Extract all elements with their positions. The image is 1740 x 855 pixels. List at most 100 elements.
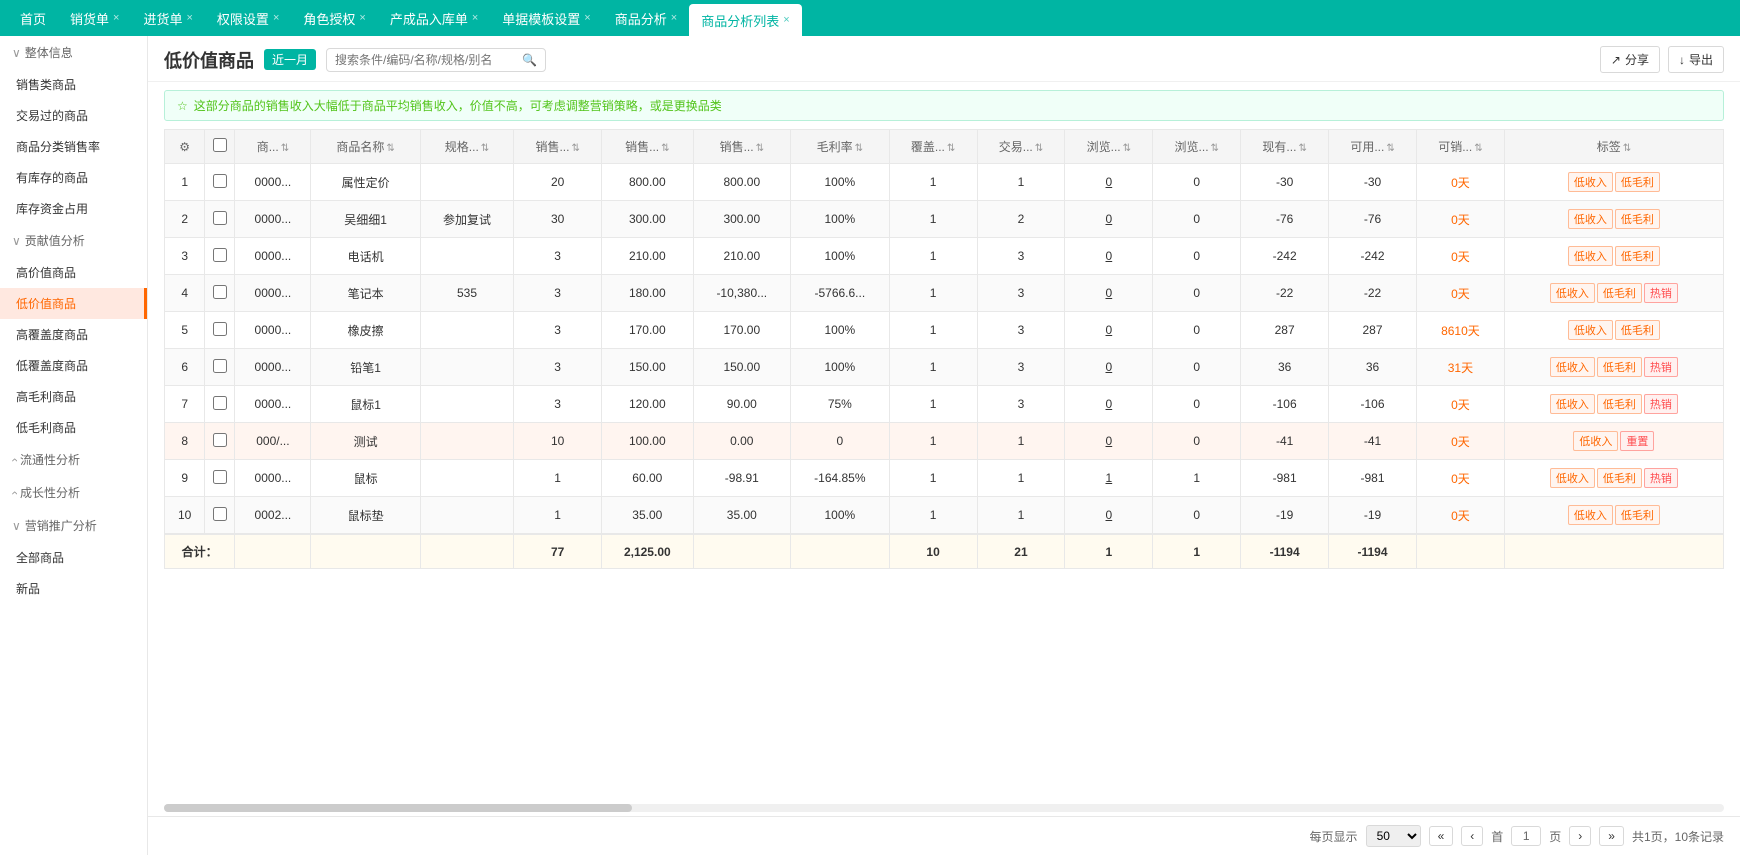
nav-item-7[interactable]: 商品分析列表 ×: [689, 4, 801, 36]
nav-close-2[interactable]: ×: [273, 12, 279, 24]
prev-page-button[interactable]: ‹: [1461, 826, 1483, 846]
row-spec: [420, 460, 513, 497]
sidebar-section-marketing-title[interactable]: ∨ 营销推广分析: [0, 509, 147, 542]
first-page-button[interactable]: «: [1429, 826, 1454, 846]
gear-icon[interactable]: ⚙: [179, 140, 190, 154]
row-checkbox[interactable]: [213, 507, 227, 521]
sidebar-item-sales-products[interactable]: 销售类商品: [0, 69, 147, 100]
nav-item-6[interactable]: 商品分析 ×: [603, 0, 689, 36]
sidebar-item-new-products[interactable]: 新品: [0, 573, 147, 604]
tag-低收入: 低收入: [1568, 246, 1613, 266]
sort-icon-sales-amt[interactable]: ⇅: [661, 143, 669, 154]
col-gear[interactable]: ⚙: [165, 130, 205, 164]
sort-icon-browse1[interactable]: ⇅: [1123, 143, 1131, 154]
row-spec: [420, 497, 513, 535]
row-sales-qty: 3: [514, 238, 602, 275]
total-sellable: [1416, 534, 1504, 569]
row-checkbox[interactable]: [213, 433, 227, 447]
scrollbar-thumb[interactable]: [164, 804, 632, 812]
sort-icon-sales-qty[interactable]: ⇅: [571, 143, 579, 154]
row-gross-rate: 0: [791, 423, 890, 460]
browse-link[interactable]: 0: [1106, 397, 1113, 411]
sort-icon-gross[interactable]: ⇅: [855, 143, 863, 154]
browse-link[interactable]: 0: [1106, 508, 1113, 522]
last-page-button[interactable]: »: [1599, 826, 1624, 846]
sidebar-section-growth-title[interactable]: › 成长性分析: [0, 476, 147, 509]
sort-icon-spec[interactable]: ⇅: [481, 143, 489, 154]
nav-close-1[interactable]: ×: [186, 12, 192, 24]
row-checkbox[interactable]: [213, 285, 227, 299]
sort-icon-tags[interactable]: ⇅: [1623, 143, 1631, 154]
browse-link[interactable]: 0: [1106, 360, 1113, 374]
browse-link[interactable]: 0: [1106, 286, 1113, 300]
nav-item-3[interactable]: 角色授权 ×: [291, 0, 377, 36]
sidebar-item-low-margin[interactable]: 低毛利商品: [0, 412, 147, 443]
sort-icon-sellable[interactable]: ⇅: [1474, 143, 1482, 154]
sidebar-section-contribution-title[interactable]: ∨ 贡献值分析: [0, 224, 147, 257]
page-size-select[interactable]: 50 100 200: [1366, 825, 1421, 847]
sidebar-item-low-value[interactable]: 低价值商品: [0, 288, 147, 319]
sort-icon-name[interactable]: ⇅: [386, 143, 394, 154]
browse-link[interactable]: 0: [1106, 249, 1113, 263]
search-icon[interactable]: 🔍: [522, 53, 537, 67]
sort-icon-coverage[interactable]: ⇅: [947, 143, 955, 154]
sort-icon-current[interactable]: ⇅: [1298, 143, 1306, 154]
nav-close-0[interactable]: ×: [113, 12, 119, 24]
nav-item-0[interactable]: 销货单 ×: [58, 0, 131, 36]
row-checkbox[interactable]: [213, 174, 227, 188]
row-checkbox[interactable]: [213, 211, 227, 225]
nav-item-5[interactable]: 单据模板设置 ×: [490, 0, 602, 36]
sidebar-item-traded-products[interactable]: 交易过的商品: [0, 100, 147, 131]
sidebar-item-high-margin[interactable]: 高毛利商品: [0, 381, 147, 412]
browse-link[interactable]: 0: [1106, 212, 1113, 226]
row-checkbox[interactable]: [213, 248, 227, 262]
sort-icon-code[interactable]: ⇅: [281, 143, 289, 154]
time-badge[interactable]: 近一月: [264, 49, 316, 70]
select-all-checkbox[interactable]: [213, 138, 227, 152]
sort-icon-browse2[interactable]: ⇅: [1211, 143, 1219, 154]
nav-home[interactable]: 首页: [8, 0, 58, 36]
sidebar-section-circulation-title[interactable]: › 流通性分析: [0, 443, 147, 476]
sidebar-item-low-coverage[interactable]: 低覆盖度商品: [0, 350, 147, 381]
row-checkbox[interactable]: [213, 396, 227, 410]
sidebar-item-high-value[interactable]: 高价值商品: [0, 257, 147, 288]
share-button[interactable]: ↗ 分享: [1600, 46, 1660, 73]
nav-close-3[interactable]: ×: [359, 12, 365, 24]
nav-item-2[interactable]: 权限设置 ×: [205, 0, 291, 36]
nav-item-4[interactable]: 产成品入库单 ×: [378, 0, 490, 36]
row-checkbox[interactable]: [213, 322, 227, 336]
search-input[interactable]: [335, 53, 518, 67]
row-trade: 2: [977, 201, 1065, 238]
sidebar-item-category-sales-rate[interactable]: 商品分类销售率: [0, 131, 147, 162]
row-coverage: 1: [889, 460, 977, 497]
browse-link[interactable]: 0: [1106, 175, 1113, 189]
sort-icon-trade[interactable]: ⇅: [1035, 143, 1043, 154]
next-page-button[interactable]: ›: [1569, 826, 1591, 846]
nav-item-1[interactable]: 进货单 ×: [131, 0, 204, 36]
sidebar-item-all-products[interactable]: 全部商品: [0, 542, 147, 573]
browse-link[interactable]: 0: [1106, 434, 1113, 448]
sidebar-item-stock-capital[interactable]: 库存资金占用: [0, 193, 147, 224]
nav-close-6[interactable]: ×: [671, 12, 677, 24]
nav-close-7[interactable]: ×: [783, 14, 789, 26]
row-checkbox[interactable]: [213, 470, 227, 484]
export-icon: ↓: [1679, 53, 1685, 67]
total-current: -1194: [1241, 534, 1329, 569]
sellable-value: 0天: [1451, 213, 1470, 227]
horizontal-scrollbar[interactable]: [164, 804, 1724, 812]
sort-icon-sales-avg[interactable]: ⇅: [756, 143, 764, 154]
export-button[interactable]: ↓ 导出: [1668, 46, 1724, 73]
browse-link[interactable]: 1: [1106, 471, 1113, 485]
sort-icon-available[interactable]: ⇅: [1386, 143, 1394, 154]
row-browse1: 0: [1065, 497, 1153, 535]
sidebar-section-overview-title[interactable]: ∨ 整体信息: [0, 36, 147, 69]
sidebar-item-high-coverage[interactable]: 高覆盖度商品: [0, 319, 147, 350]
row-name: 鼠标垫: [311, 497, 420, 535]
browse-link[interactable]: 0: [1106, 323, 1113, 337]
current-page-number[interactable]: 1: [1511, 826, 1541, 846]
sidebar-item-stock-products[interactable]: 有库存的商品: [0, 162, 147, 193]
nav-close-5[interactable]: ×: [584, 12, 590, 24]
nav-close-4[interactable]: ×: [472, 12, 478, 24]
row-checkbox[interactable]: [213, 359, 227, 373]
row-code: 0000...: [235, 201, 311, 238]
